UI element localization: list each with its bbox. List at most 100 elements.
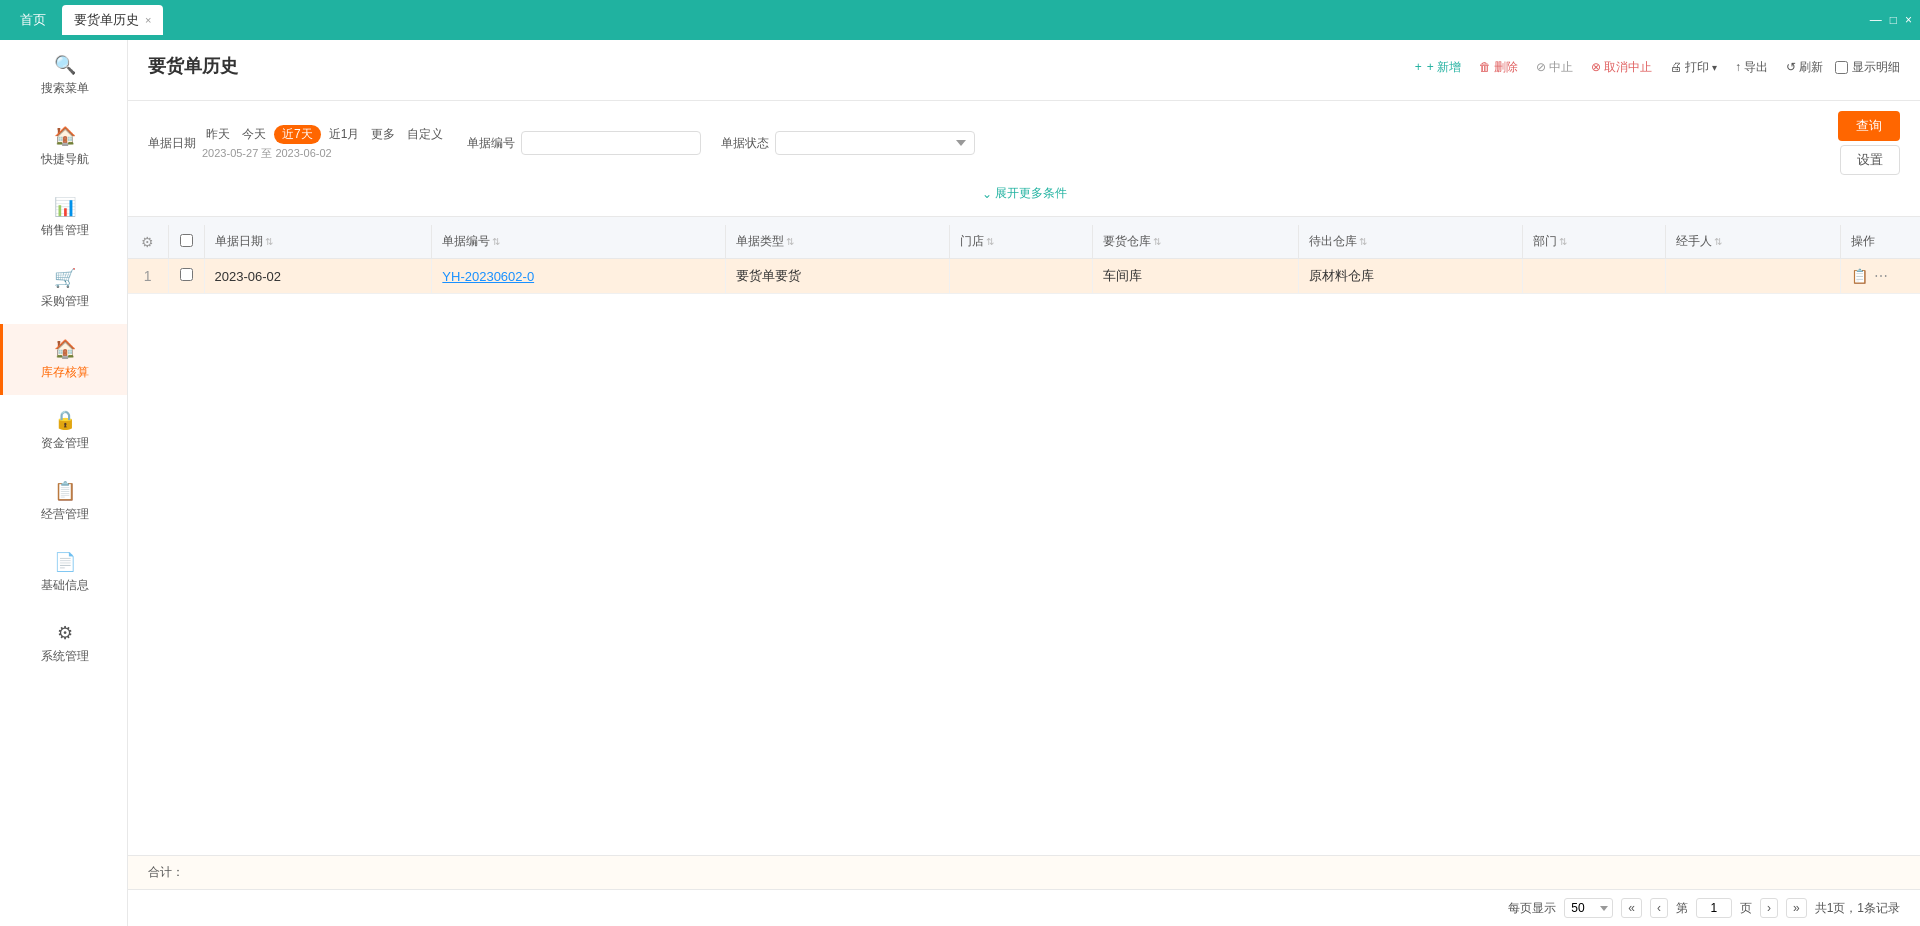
last-page-btn[interactable]: » — [1786, 898, 1807, 918]
row-more-icon[interactable]: ⋯ — [1874, 268, 1888, 284]
sidebar-item-basic[interactable]: 📄 基础信息 — [0, 537, 127, 608]
first-page-btn[interactable]: « — [1621, 898, 1642, 918]
export-button[interactable]: ↑ 导出 — [1729, 55, 1774, 80]
filter-date: 单据日期 昨天 今天 近7天 近1月 更多 自定义 2023-05-27 至 2… — [148, 125, 447, 161]
date-filter-label: 单据日期 — [148, 135, 196, 152]
total-info: 共1页，1条记录 — [1815, 900, 1900, 917]
window-maximize-btn[interactable]: □ — [1890, 13, 1897, 27]
row-edit-icon[interactable]: 📋 — [1851, 268, 1868, 284]
table-row[interactable]: 1 2023-06-02 YH-20230602-0 要货单要货 车间库 原材料… — [128, 259, 1920, 294]
tab-order-history[interactable]: 要货单历史 × — [62, 5, 163, 35]
date-7days-btn[interactable]: 近7天 — [274, 125, 321, 144]
row-index: 1 — [128, 259, 168, 294]
export-label: 导出 — [1744, 59, 1768, 76]
th-settings[interactable]: ⚙ — [128, 225, 168, 259]
sidebar-item-purchase[interactable]: 🛒 采购管理 — [0, 253, 127, 324]
row-num-link[interactable]: YH-20230602-0 — [442, 269, 534, 284]
dept-sort-icon[interactable]: ⇅ — [1559, 236, 1567, 247]
export-icon: ↑ — [1735, 60, 1741, 74]
order-num-input[interactable] — [521, 131, 701, 155]
display-checkbox[interactable] — [1835, 61, 1848, 74]
sidebar-item-sales-label: 销售管理 — [41, 222, 89, 239]
sidebar-item-finance-label: 资金管理 — [41, 435, 89, 452]
close-icon[interactable]: × — [145, 14, 151, 26]
sidebar-item-sales[interactable]: 📊 销售管理 — [0, 182, 127, 253]
per-page-select[interactable]: 20 50 100 200 — [1564, 898, 1613, 918]
delete-button[interactable]: 🗑 删除 — [1473, 55, 1524, 80]
sidebar-item-operation-label: 经营管理 — [41, 506, 89, 523]
select-all-checkbox[interactable] — [180, 234, 193, 247]
date-range-filter: 昨天 今天 近7天 近1月 更多 自定义 2023-05-27 至 2023-0… — [202, 125, 447, 161]
operation-icon: 📋 — [54, 480, 76, 502]
print-button[interactable]: 🖨 打印 ▾ — [1664, 55, 1723, 80]
footer-summary: 合计： — [128, 855, 1920, 889]
layout: 🔍 搜索菜单 🏠 快捷导航 📊 销售管理 🛒 采购管理 🏠 库存核算 🔒 资金管… — [0, 40, 1920, 926]
sales-icon: 📊 — [54, 196, 76, 218]
window-minimize-btn[interactable]: — — [1870, 13, 1882, 27]
sidebar: 🔍 搜索菜单 🏠 快捷导航 📊 销售管理 🛒 采购管理 🏠 库存核算 🔒 资金管… — [0, 40, 128, 926]
sidebar-item-search[interactable]: 🔍 搜索菜单 — [0, 40, 127, 111]
sidebar-item-finance[interactable]: 🔒 资金管理 — [0, 395, 127, 466]
add-icon: + — [1415, 60, 1422, 74]
stop-label: 中止 — [1549, 59, 1573, 76]
sidebar-item-system[interactable]: ⚙ 系统管理 — [0, 608, 127, 679]
sidebar-item-inventory[interactable]: 🏠 库存核算 — [0, 324, 127, 395]
th-num: 单据编号 ⇅ — [432, 225, 726, 259]
add-button[interactable]: + + 新增 — [1409, 55, 1467, 80]
th-date: 单据日期 ⇅ — [204, 225, 432, 259]
refresh-button[interactable]: ↺ 刷新 — [1780, 55, 1829, 80]
summary-label: 合计： — [148, 864, 184, 881]
page-label: 第 — [1676, 900, 1688, 917]
settings-button[interactable]: 设置 — [1840, 145, 1900, 175]
search-icon: 🔍 — [54, 54, 76, 76]
th-checkbox — [168, 225, 204, 259]
stop-button[interactable]: ⊘ 中止 — [1530, 55, 1579, 80]
pending-warehouse-sort-icon[interactable]: ⇅ — [1359, 236, 1367, 247]
display-toggle[interactable]: 显示明细 — [1835, 59, 1900, 76]
cancel-stop-label: 取消中止 — [1604, 59, 1652, 76]
refresh-icon: ↺ — [1786, 60, 1796, 74]
basic-icon: 📄 — [54, 551, 76, 573]
expand-filter-btn[interactable]: ⌄ 展开更多条件 — [974, 181, 1075, 206]
store-sort-icon[interactable]: ⇅ — [986, 236, 994, 247]
main-content: 要货单历史 + + 新增 🗑 删除 ⊘ 中止 ⊗ — [128, 40, 1920, 926]
page-label-end: 页 — [1740, 900, 1752, 917]
page-number-input[interactable] — [1696, 898, 1732, 918]
display-label: 显示明细 — [1852, 59, 1900, 76]
row-checkbox[interactable] — [180, 268, 193, 281]
handler-sort-icon[interactable]: ⇅ — [1714, 236, 1722, 247]
date-more-btn[interactable]: 更多 — [367, 125, 399, 144]
sidebar-item-inventory-label: 库存核算 — [41, 364, 89, 381]
print-label: 打印 — [1685, 59, 1709, 76]
date-range-text: 2023-05-27 至 2023-06-02 — [202, 146, 447, 161]
num-sort-icon[interactable]: ⇅ — [492, 236, 500, 247]
date-yesterday-btn[interactable]: 昨天 — [202, 125, 234, 144]
type-sort-icon[interactable]: ⇅ — [786, 236, 794, 247]
tab-home[interactable]: 首页 — [8, 5, 58, 35]
page-title: 要货单历史 — [148, 54, 238, 78]
order-num-label: 单据编号 — [467, 135, 515, 152]
next-page-btn[interactable]: › — [1760, 898, 1778, 918]
window-close-btn[interactable]: × — [1905, 13, 1912, 27]
date-sort-icon[interactable]: ⇅ — [265, 236, 273, 247]
date-today-btn[interactable]: 今天 — [238, 125, 270, 144]
sidebar-item-nav[interactable]: 🏠 快捷导航 — [0, 111, 127, 182]
filter-row-main: 单据日期 昨天 今天 近7天 近1月 更多 自定义 2023-05-27 至 2… — [148, 111, 1900, 175]
sidebar-item-operation[interactable]: 📋 经营管理 — [0, 466, 127, 537]
date-custom-btn[interactable]: 自定义 — [403, 125, 447, 144]
status-select[interactable] — [775, 131, 975, 155]
th-req-warehouse: 要货仓库 ⇅ — [1093, 225, 1299, 259]
delete-icon: 🗑 — [1479, 60, 1491, 74]
date-1month-btn[interactable]: 近1月 — [325, 125, 364, 144]
prev-page-btn[interactable]: ‹ — [1650, 898, 1668, 918]
delete-label: 删除 — [1494, 59, 1518, 76]
page-header: 要货单历史 + + 新增 🗑 删除 ⊘ 中止 ⊗ — [128, 40, 1920, 101]
expand-btn-label: 展开更多条件 — [995, 185, 1067, 202]
query-button[interactable]: 查询 — [1838, 111, 1900, 141]
th-type: 单据类型 ⇅ — [726, 225, 950, 259]
cancel-stop-button[interactable]: ⊗ 取消中止 — [1585, 55, 1658, 80]
req-warehouse-sort-icon[interactable]: ⇅ — [1153, 236, 1161, 247]
table-body: 1 2023-06-02 YH-20230602-0 要货单要货 车间库 原材料… — [128, 259, 1920, 294]
inventory-icon: 🏠 — [54, 338, 76, 360]
sidebar-item-nav-label: 快捷导航 — [41, 151, 89, 168]
